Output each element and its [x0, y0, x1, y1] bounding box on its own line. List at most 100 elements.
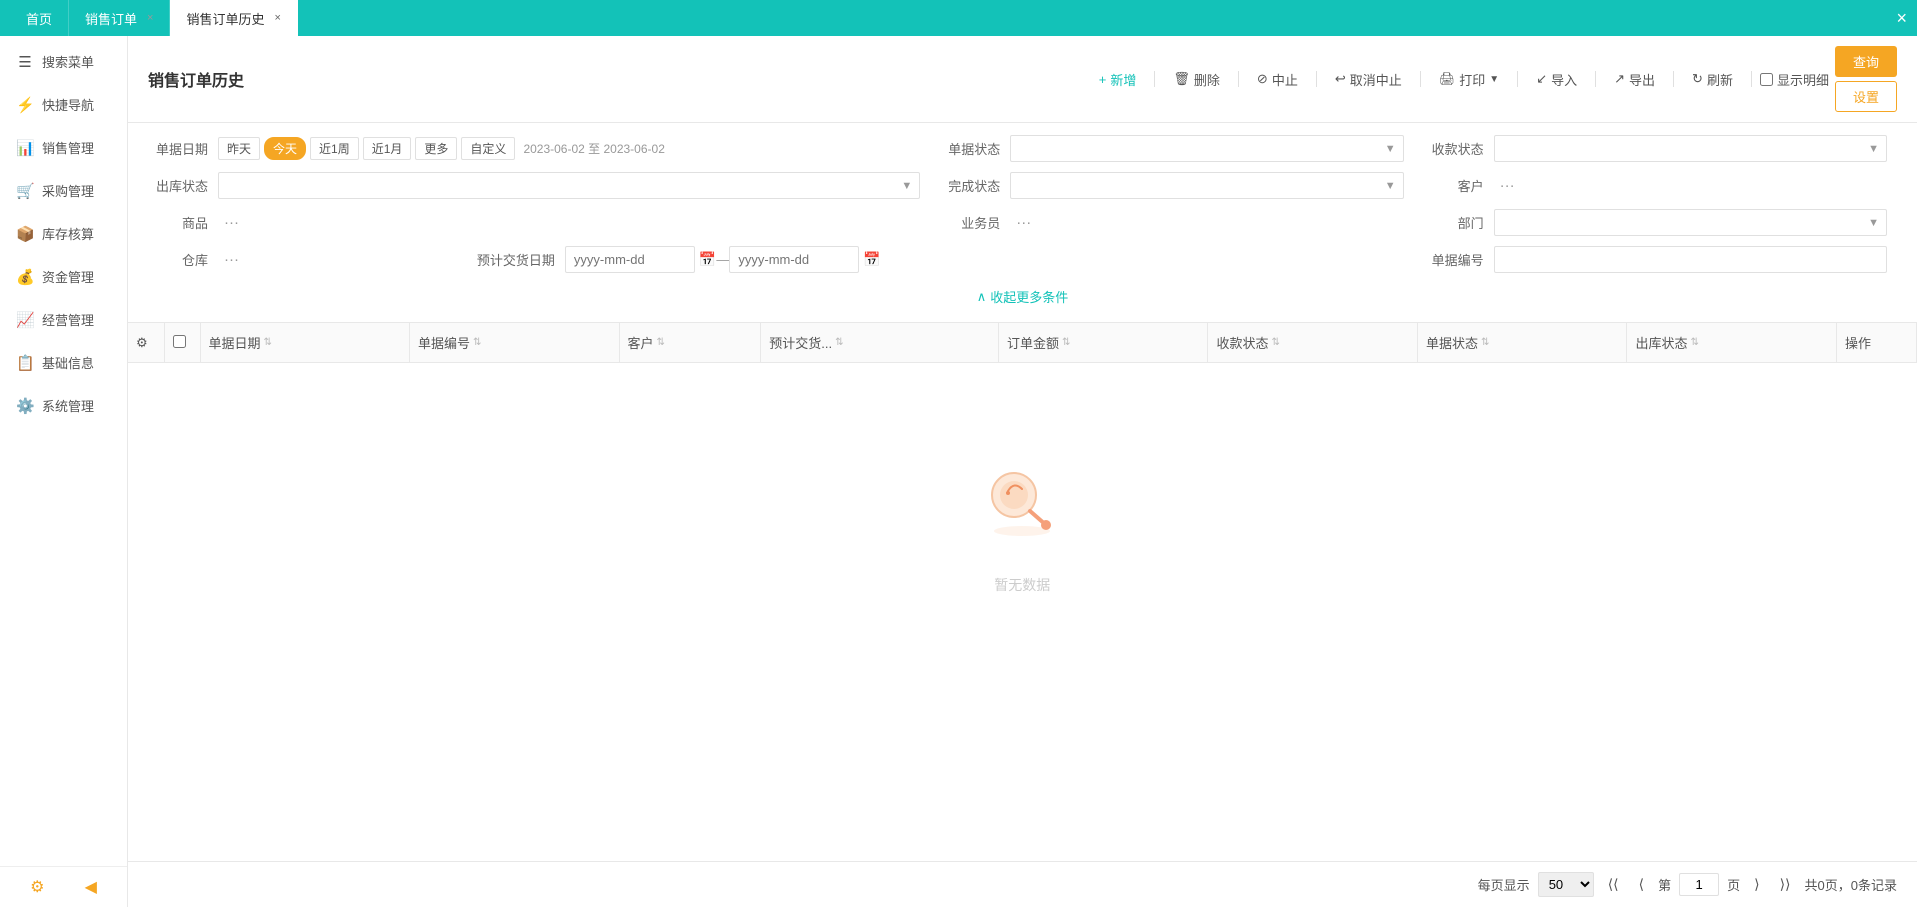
import-button[interactable]: ↙ 导入	[1526, 65, 1587, 94]
toolbar: + 新增 🗑 删除 ⊘ 中止 ↩ 取消中止	[1089, 46, 1897, 112]
page-input[interactable]	[1679, 873, 1719, 896]
select-all-checkbox[interactable]	[173, 335, 186, 348]
warehouse-col: 仓库 ···	[148, 250, 467, 269]
new-button[interactable]: + 新增	[1089, 65, 1147, 94]
bill-status-select[interactable]	[1010, 135, 1403, 162]
expected-date-from[interactable]	[565, 246, 695, 273]
cancel-stop-icon: ↩	[1335, 71, 1346, 87]
query-button[interactable]: 查询	[1835, 46, 1897, 77]
first-page-button[interactable]: ⟨⟨	[1602, 874, 1625, 895]
sort-customer-icon: ⇅	[657, 337, 665, 348]
date-btn-yesterday[interactable]: 昨天	[218, 137, 260, 160]
payment-status-label: 收款状态	[1424, 139, 1494, 158]
sort-expected-date-icon: ⇅	[835, 337, 843, 348]
th-date[interactable]: 单据日期 ⇅	[200, 323, 410, 363]
last-page-button[interactable]: ⟩⟩	[1774, 874, 1797, 895]
display-cols-checkbox[interactable]	[1760, 73, 1773, 86]
pagination: 每页显示 50 10 20 100 ⟨⟨ ⟨ 第 页 ⟩ ⟩⟩ 共0页，0条记录	[128, 861, 1917, 907]
salesperson-select-btn[interactable]: ···	[1010, 214, 1037, 231]
expected-date-to[interactable]	[729, 246, 859, 273]
date-btn-today[interactable]: 今天	[264, 137, 306, 160]
th-operations: 操作	[1837, 323, 1917, 363]
goods-label: 商品	[148, 213, 218, 232]
date-btn-more[interactable]: 更多	[415, 137, 457, 160]
customer-select-btn[interactable]: ···	[1494, 177, 1521, 194]
tab-home[interactable]: 首页	[10, 0, 69, 36]
expected-date-col: 预计交货日期 📅 — 📅	[467, 246, 1414, 273]
date-btn-last7[interactable]: 近1周	[310, 137, 359, 160]
goods-col: 商品 ···	[148, 213, 930, 232]
th-delivery-status[interactable]: 出库状态 ⇅	[1627, 323, 1837, 363]
close-tab-sales-order[interactable]: ×	[147, 12, 153, 24]
display-cols-checkbox-label[interactable]: 显示明细	[1760, 70, 1829, 89]
filter-row-4: 仓库 ··· 预计交货日期 📅 — 📅 单据编号	[148, 246, 1897, 273]
goods-select-btn[interactable]: ···	[218, 214, 245, 231]
date-btn-last30[interactable]: 近1月	[363, 137, 412, 160]
prev-page-button[interactable]: ⟨	[1633, 874, 1650, 895]
cancel-stop-button[interactable]: ↩ 取消中止	[1325, 65, 1412, 94]
sidebar-item-inventory[interactable]: 📦 库存核算	[0, 212, 127, 255]
stop-button[interactable]: ⊘ 中止	[1247, 65, 1308, 94]
sidebar-item-operations[interactable]: 📈 经营管理	[0, 298, 127, 341]
warehouse-select-btn[interactable]: ···	[218, 251, 245, 268]
payment-status-select[interactable]	[1494, 135, 1887, 162]
print-button[interactable]: 🖨 打印 ▼	[1429, 65, 1509, 94]
refresh-button[interactable]: ↻ 刷新	[1682, 65, 1743, 94]
sidebar-settings-icon[interactable]: ⚙	[30, 877, 44, 897]
sidebar-item-sales-mgmt[interactable]: 📊 销售管理	[0, 126, 127, 169]
date-buttons-group: 昨天 今天 近1周 近1月 更多 自定义 2023-06-02 至 2023-0…	[218, 137, 920, 160]
th-expected-date[interactable]: 预计交货... ⇅	[761, 323, 999, 363]
export-icon: ↗	[1614, 71, 1625, 87]
completion-status-col: 完成状态 ▼	[930, 172, 1413, 199]
quick-nav-icon: ⚡	[16, 96, 34, 114]
salesperson-col: 业务员 ···	[930, 213, 1413, 232]
collapse-button[interactable]: ∧ 收起更多条件	[973, 283, 1073, 310]
export-button[interactable]: ↗ 导出	[1604, 65, 1665, 94]
sales-mgmt-icon: 📊	[16, 139, 34, 157]
bill-status-label: 单据状态	[940, 139, 1010, 158]
th-settings[interactable]: ⚙	[128, 323, 164, 363]
sidebar-item-search-menu[interactable]: ☰ 搜索菜单	[0, 40, 127, 83]
delivery-status-select[interactable]	[218, 172, 920, 199]
tab-sales-order-history[interactable]: 销售订单历史 ×	[170, 0, 297, 36]
th-amount[interactable]: 订单金额 ⇅	[998, 323, 1208, 363]
sort-date-icon: ⇅	[264, 337, 272, 348]
inventory-icon: 📦	[16, 225, 34, 243]
completion-status-select-wrap: ▼	[1010, 172, 1403, 199]
per-page-select[interactable]: 50 10 20 100	[1538, 872, 1594, 897]
department-select[interactable]	[1494, 209, 1887, 236]
filter-row-3: 商品 ··· 业务员 ··· 部门 ▼	[148, 209, 1897, 236]
sidebar-collapse-icon[interactable]: ◀	[85, 877, 97, 897]
collapse-up-icon: ∧	[977, 289, 987, 305]
delete-icon: 🗑	[1173, 71, 1190, 87]
th-bill-status[interactable]: 单据状态 ⇅	[1417, 323, 1627, 363]
settings-button[interactable]: 设置	[1835, 81, 1897, 112]
empty-state: 暂无数据	[128, 363, 1917, 675]
bill-number-col: 单据编号	[1414, 246, 1897, 273]
next-page-button[interactable]: ⟩	[1748, 874, 1765, 895]
close-tab-history[interactable]: ×	[274, 12, 280, 24]
bill-number-input[interactable]	[1494, 246, 1887, 273]
app-close-button[interactable]: ×	[1896, 9, 1907, 27]
bill-number-label: 单据编号	[1424, 250, 1494, 269]
th-payment-status[interactable]: 收款状态 ⇅	[1208, 323, 1418, 363]
sort-payment-status-icon: ⇅	[1271, 337, 1279, 348]
sort-delivery-status-icon: ⇅	[1690, 337, 1698, 348]
sidebar-item-finance[interactable]: 💰 资金管理	[0, 255, 127, 298]
tab-sales-order[interactable]: 销售订单 ×	[69, 0, 170, 36]
delete-button[interactable]: 🗑 删除	[1163, 65, 1230, 94]
th-customer[interactable]: 客户 ⇅	[619, 323, 761, 363]
sidebar-item-base-info[interactable]: 📋 基础信息	[0, 341, 127, 384]
th-number[interactable]: 单据编号 ⇅	[410, 323, 620, 363]
calendar-to-icon[interactable]: 📅	[863, 251, 880, 268]
sort-number-icon: ⇅	[473, 337, 481, 348]
date-btn-custom[interactable]: 自定义	[461, 137, 515, 160]
sidebar-item-quick-nav[interactable]: ⚡ 快捷导航	[0, 83, 127, 126]
toolbar-divider-2	[1238, 71, 1239, 87]
sidebar-item-sys-mgmt[interactable]: ⚙️ 系统管理	[0, 384, 127, 427]
sidebar-item-purchase-mgmt[interactable]: 🛒 采购管理	[0, 169, 127, 212]
purchase-mgmt-icon: 🛒	[16, 182, 34, 200]
calendar-from-icon[interactable]: 📅	[699, 251, 716, 268]
expected-date-to-wrap: 📅	[729, 246, 880, 273]
completion-status-select[interactable]	[1010, 172, 1403, 199]
